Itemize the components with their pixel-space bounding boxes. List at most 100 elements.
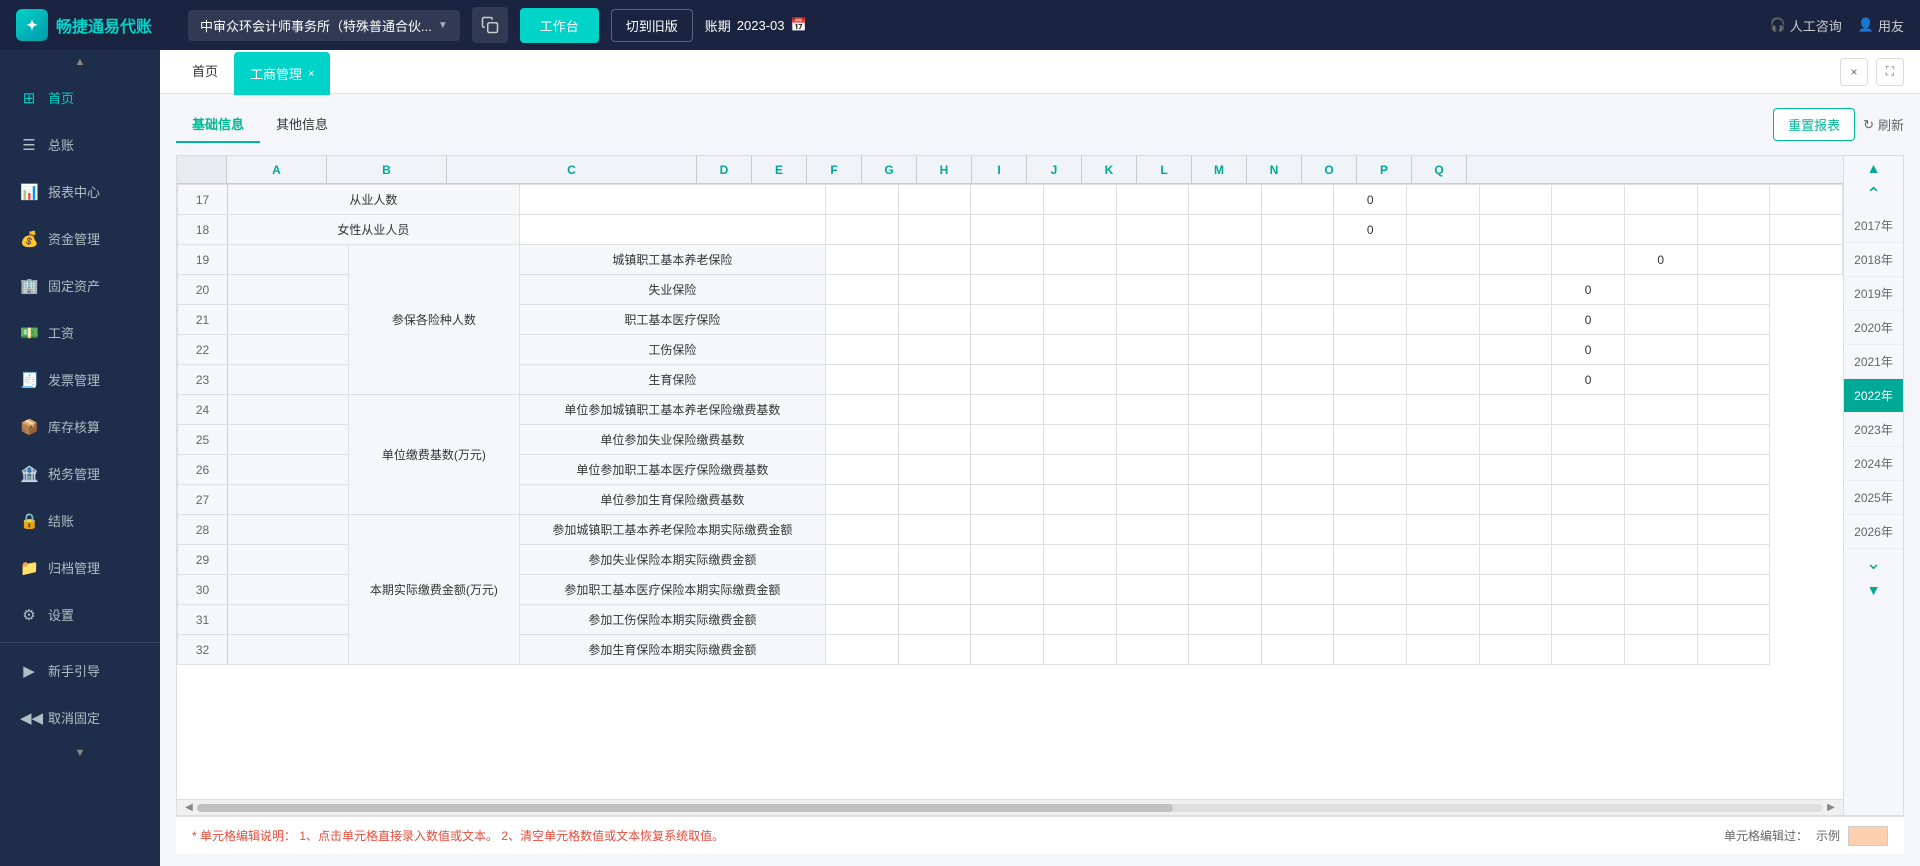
sub-tab-basic[interactable]: 基础信息 [176, 106, 260, 143]
scroll-left-arrow[interactable]: ◀ [181, 800, 197, 816]
cell-19-e[interactable] [898, 245, 971, 275]
year-item-2017[interactable]: 2017年 [1844, 209, 1903, 243]
sidebar-item-tax[interactable]: 🏦 税务管理 [0, 450, 160, 497]
cell-28-c[interactable]: 参加城镇职工基本养老保险本期实际缴费金额 [519, 515, 825, 545]
cell-21-o[interactable]: 0 [1552, 305, 1625, 335]
cell-17-d[interactable] [826, 185, 899, 215]
cell-17-h[interactable] [1116, 185, 1189, 215]
cell-25-c[interactable]: 单位参加失业保险缴费基数 [519, 425, 825, 455]
cell-19-j[interactable] [1261, 245, 1334, 275]
cell-18-i[interactable] [1189, 215, 1262, 245]
sidebar-item-newbie[interactable]: ▶ 新手引导 [0, 647, 160, 694]
cell-17-p[interactable] [1697, 185, 1770, 215]
year-item-2025[interactable]: 2025年 [1844, 481, 1903, 515]
cell-22-o[interactable]: 0 [1552, 335, 1625, 365]
cell-19-p[interactable] [1697, 245, 1770, 275]
cell-23-o[interactable]: 0 [1552, 365, 1625, 395]
sidebar-item-ledger[interactable]: ☰ 总账 [0, 121, 160, 168]
cell-32-c[interactable]: 参加生育保险本期实际缴费金额 [519, 635, 825, 665]
cell-17-j[interactable] [1261, 185, 1334, 215]
cell-19-k[interactable] [1334, 245, 1407, 275]
sidebar-item-home[interactable]: ⊞ 首页 [0, 74, 160, 121]
year-panel-up[interactable]: ▲ [1844, 156, 1903, 180]
cell-19-h[interactable] [1116, 245, 1189, 275]
cell-19-l[interactable] [1407, 245, 1480, 275]
cell-17-n[interactable] [1552, 185, 1625, 215]
user-button[interactable]: 👤 用友 [1858, 16, 1904, 35]
cell-21-c[interactable]: 职工基本医疗保险 [519, 305, 825, 335]
cell-18-h[interactable] [1116, 215, 1189, 245]
cell-26-c[interactable]: 单位参加职工基本医疗保险缴费基数 [519, 455, 825, 485]
cell-18-p[interactable] [1697, 215, 1770, 245]
horizontal-scrollbar[interactable]: ◀ ▶ [177, 799, 1843, 815]
cell-19-n[interactable] [1552, 245, 1625, 275]
cell-17-f[interactable] [971, 185, 1044, 215]
year-item-2026[interactable]: 2026年 [1844, 515, 1903, 549]
refresh-button[interactable]: ↻ 刷新 [1863, 115, 1904, 134]
switch-version-button[interactable]: 切到旧版 [611, 9, 693, 42]
cell-17-l[interactable] [1407, 185, 1480, 215]
cell-31-c[interactable]: 参加工伤保险本期实际缴费金额 [519, 605, 825, 635]
reset-report-button[interactable]: 重置报表 [1773, 108, 1855, 141]
cell-18-l[interactable] [1407, 215, 1480, 245]
sidebar-item-archive[interactable]: 📁 归档管理 [0, 544, 160, 591]
tab-expand-button[interactable]: ⛶ [1876, 58, 1904, 86]
cell-19-d[interactable] [826, 245, 899, 275]
sidebar-item-settings[interactable]: ⚙ 设置 [0, 591, 160, 638]
sidebar-item-capital[interactable]: 💰 资金管理 [0, 215, 160, 262]
year-item-2024[interactable]: 2024年 [1844, 447, 1903, 481]
tab-close-icon[interactable]: × [308, 68, 314, 80]
cell-23-c[interactable]: 生育保险 [519, 365, 825, 395]
cell-18-m[interactable] [1479, 215, 1552, 245]
cell-22-c[interactable]: 工伤保险 [519, 335, 825, 365]
tab-close-button[interactable]: × [1840, 58, 1868, 86]
cell-18-d[interactable] [826, 215, 899, 245]
company-selector[interactable]: 中审众环会计师事务所（特殊普通合伙... ▼ [188, 10, 460, 41]
cell-18-f[interactable] [971, 215, 1044, 245]
cell-19-q[interactable] [1770, 245, 1843, 275]
sidebar-item-unpin[interactable]: ◀◀ 取消固定 [0, 694, 160, 741]
year-item-2020[interactable]: 2020年 [1844, 311, 1903, 345]
cell-29-c[interactable]: 参加失业保险本期实际缴费金额 [519, 545, 825, 575]
cell-19-i[interactable] [1189, 245, 1262, 275]
cell-18-g[interactable] [1043, 215, 1116, 245]
cell-18-q[interactable] [1770, 215, 1843, 245]
year-item-2021[interactable]: 2021年 [1844, 345, 1903, 379]
year-panel-down2[interactable]: ▼ [1844, 578, 1903, 602]
year-item-2023[interactable]: 2023年 [1844, 413, 1903, 447]
cell-27-c[interactable]: 单位参加生育保险缴费基数 [519, 485, 825, 515]
sidebar-scroll-down[interactable]: ▼ [0, 741, 160, 765]
cell-19-o[interactable]: 0 [1624, 245, 1697, 275]
cell-19-c[interactable]: 城镇职工基本养老保险 [519, 245, 825, 275]
sidebar-item-report[interactable]: 📊 报表中心 [0, 168, 160, 215]
cell-17-g[interactable] [1043, 185, 1116, 215]
cell-17-c[interactable] [519, 185, 825, 215]
year-item-2022[interactable]: 2022年 [1844, 379, 1903, 413]
year-panel-down[interactable]: ⌄ [1844, 549, 1903, 578]
cell-17-q[interactable] [1770, 185, 1843, 215]
cell-18-j[interactable] [1261, 215, 1334, 245]
year-panel-up2[interactable]: ⌃ [1844, 180, 1903, 209]
cell-17-k[interactable]: 0 [1334, 185, 1407, 215]
sidebar-item-inventory[interactable]: 📦 库存核算 [0, 403, 160, 450]
sidebar-item-payroll[interactable]: 💵 工资 [0, 309, 160, 356]
cell-18-o[interactable] [1624, 215, 1697, 245]
sidebar-scroll-up[interactable]: ▲ [0, 50, 160, 74]
sub-tab-other[interactable]: 其他信息 [260, 106, 344, 143]
scroll-thumb[interactable] [197, 804, 1173, 812]
calendar-icon[interactable]: 📅 [791, 17, 807, 33]
scroll-right-arrow[interactable]: ▶ [1823, 800, 1839, 816]
cell-17-a[interactable]: 从业人数 [228, 185, 520, 215]
cell-17-o[interactable] [1624, 185, 1697, 215]
sidebar-item-invoice[interactable]: 🧾 发票管理 [0, 356, 160, 403]
cell-24-c[interactable]: 单位参加城镇职工基本养老保险缴费基数 [519, 395, 825, 425]
cell-18-c[interactable] [519, 215, 825, 245]
cell-30-c[interactable]: 参加职工基本医疗保险本期实际缴费金额 [519, 575, 825, 605]
cell-17-i[interactable] [1189, 185, 1262, 215]
tab-business[interactable]: 工商管理 × [234, 52, 330, 95]
cell-19-f[interactable] [971, 245, 1044, 275]
year-item-2019[interactable]: 2019年 [1844, 277, 1903, 311]
service-button[interactable]: 🎧 人工咨询 [1770, 16, 1842, 35]
sidebar-item-close[interactable]: 🔒 结账 [0, 497, 160, 544]
workbench-button[interactable]: 工作台 [520, 8, 599, 43]
